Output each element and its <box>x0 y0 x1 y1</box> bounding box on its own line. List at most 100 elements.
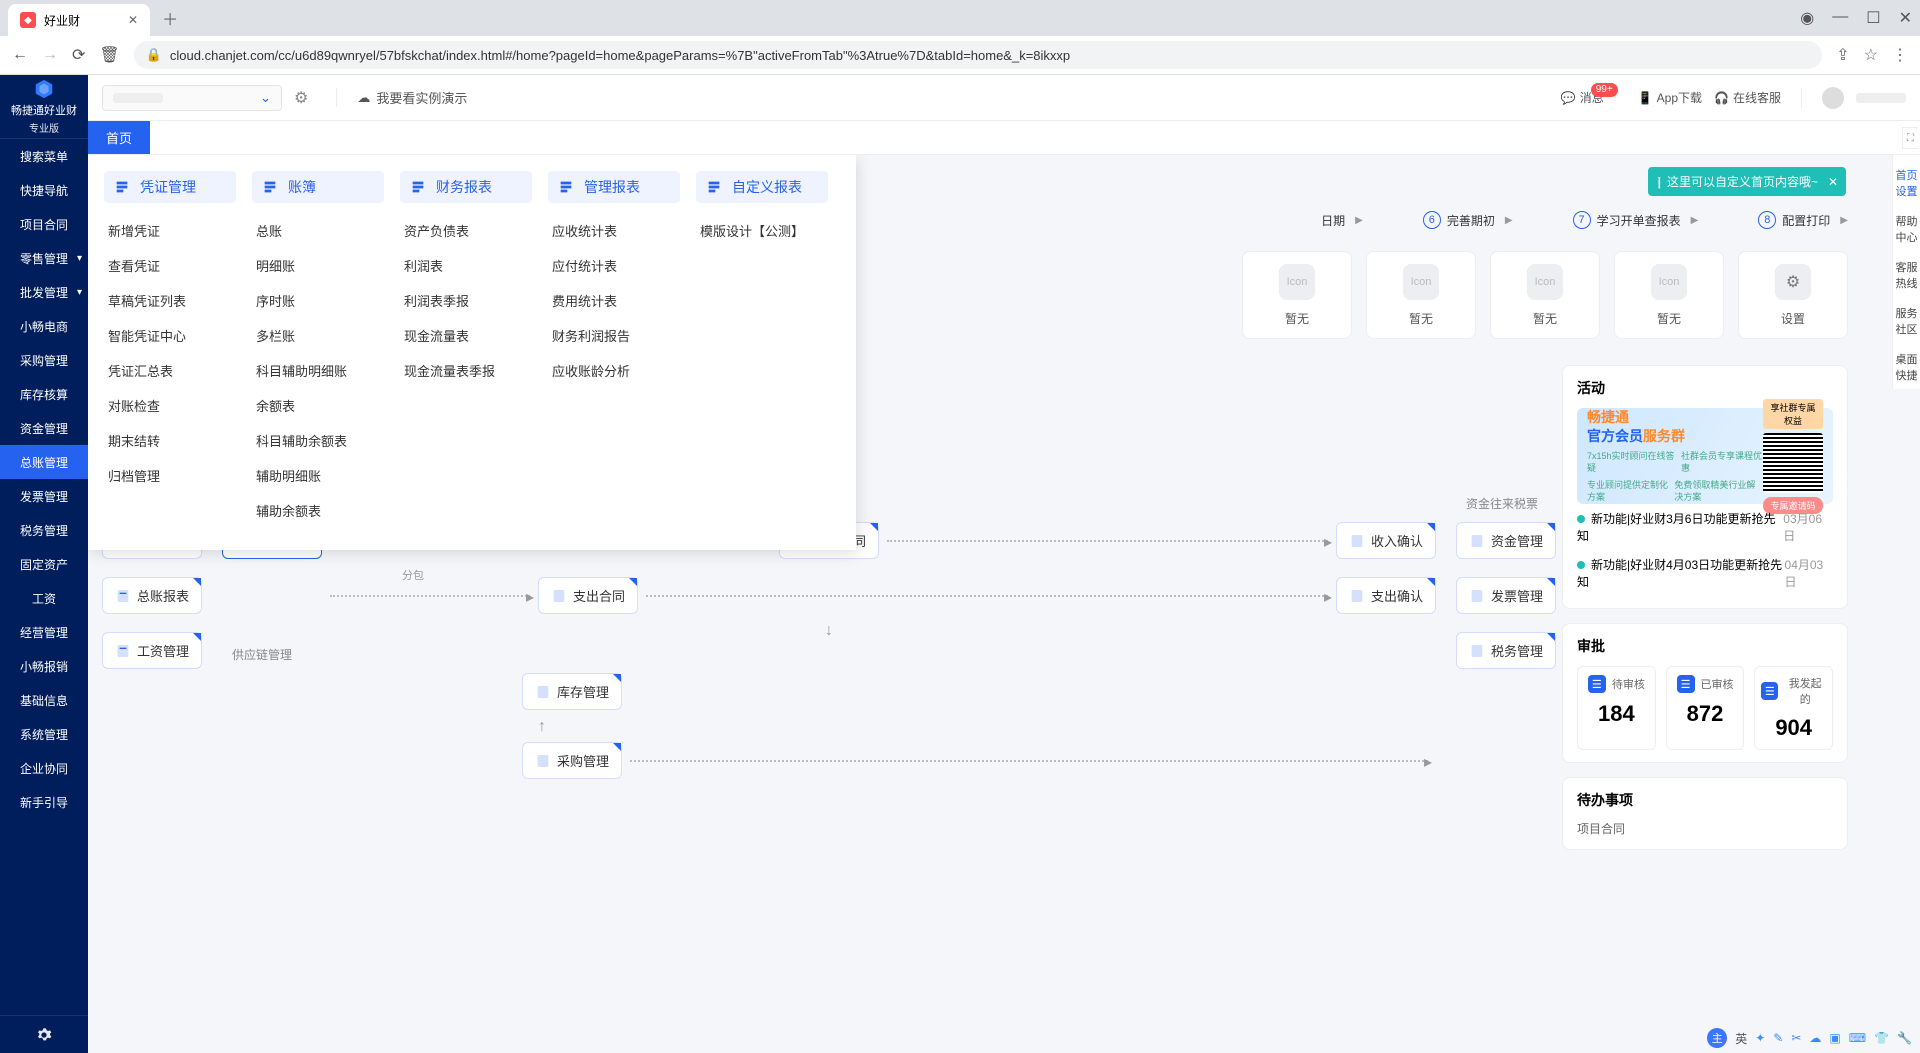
mega-menu-item[interactable]: 智能凭证中心 <box>104 318 236 353</box>
mega-menu-item[interactable]: 总账 <box>252 213 384 248</box>
mega-menu-item[interactable]: 余额表 <box>252 388 384 423</box>
mega-menu-header[interactable]: 凭证管理 <box>104 171 236 203</box>
fullscreen-icon[interactable]: ⛶ <box>1902 127 1918 149</box>
mega-menu-item[interactable]: 现金流量表 <box>400 318 532 353</box>
mega-menu-item[interactable]: 科目辅助明细账 <box>252 353 384 388</box>
org-selector[interactable]: ⌄ <box>102 85 282 111</box>
sidebar-item-0[interactable]: 搜索菜单 <box>0 139 88 173</box>
tray-scissors-icon[interactable]: ✂ <box>1791 1031 1801 1045</box>
mega-menu-item[interactable]: 凭证汇总表 <box>104 353 236 388</box>
dock-item-4[interactable]: 桌面快捷 <box>1893 345 1920 389</box>
flow-node-gl[interactable]: 总账报表 <box>102 577 202 614</box>
bookmark-icon[interactable]: ☆ <box>1864 45 1878 65</box>
forward-button[interactable]: → <box>42 46 58 64</box>
tab-home[interactable]: 首页 <box>88 121 150 154</box>
sidebar-item-16[interactable]: 基础信息 <box>0 683 88 717</box>
mega-menu-item[interactable]: 财务利润报告 <box>548 318 680 353</box>
flow-node-tax[interactable]: 税务管理 <box>1456 632 1556 669</box>
mega-menu-item[interactable]: 明细账 <box>252 248 384 283</box>
mega-menu-item[interactable]: 应收账龄分析 <box>548 353 680 388</box>
sidebar-item-1[interactable]: 快捷导航 <box>0 173 88 207</box>
mega-menu-item[interactable]: 应收统计表 <box>548 213 680 248</box>
mega-menu-item[interactable]: 归档管理 <box>104 458 236 493</box>
mega-menu-item[interactable]: 模版设计【公测】 <box>696 213 828 248</box>
tray-shirt-icon[interactable]: 👕 <box>1874 1031 1889 1045</box>
sidebar-item-9[interactable]: 总账管理 <box>0 445 88 479</box>
mega-menu-item[interactable]: 多栏账 <box>252 318 384 353</box>
mega-menu-item[interactable]: 费用统计表 <box>548 283 680 318</box>
close-window-icon[interactable]: ✕ <box>1899 8 1912 28</box>
tray-camera-icon[interactable]: ▣ <box>1829 1031 1840 1045</box>
gear-icon[interactable]: ⚙ <box>294 88 308 108</box>
tray-keyboard-icon[interactable]: ⌨ <box>1849 1031 1866 1045</box>
quick-card-empty[interactable]: Icon暂无 <box>1490 251 1600 339</box>
sidebar-item-2[interactable]: 项目合同 <box>0 207 88 241</box>
news-item[interactable]: 新功能|好业财4月03日功能更新抢先知04月03日 <box>1577 550 1833 596</box>
mega-menu-item[interactable]: 辅助余额表 <box>252 493 384 528</box>
sidebar-item-6[interactable]: 采购管理 <box>0 343 88 377</box>
flow-node-income-confirm[interactable]: 收入确认 <box>1336 522 1436 559</box>
reload-button[interactable]: ⟳ <box>72 45 85 65</box>
ime-icon[interactable]: 主 <box>1707 1028 1727 1048</box>
minimize-icon[interactable]: — <box>1832 8 1848 28</box>
share-icon[interactable]: ⇪ <box>1836 45 1849 65</box>
mega-menu-header[interactable]: 账簿 <box>252 171 384 203</box>
quick-card-settings[interactable]: ⚙设置 <box>1738 251 1848 339</box>
messages-button[interactable]: 💬 消息 99+ <box>1561 89 1604 106</box>
mega-menu-item[interactable]: 资产负债表 <box>400 213 532 248</box>
sidebar-item-14[interactable]: 经营管理 <box>0 615 88 649</box>
demo-link[interactable]: ☁ 我要看实例演示 <box>336 88 467 107</box>
close-icon[interactable]: ✕ <box>1828 175 1838 189</box>
sidebar-item-11[interactable]: 税务管理 <box>0 513 88 547</box>
approval-card[interactable]: ☰已审核872 <box>1666 666 1745 750</box>
mega-menu-item[interactable]: 新增凭证 <box>104 213 236 248</box>
dock-item-2[interactable]: 客服热线 <box>1893 253 1920 297</box>
chrome-account-icon[interactable]: ◉ <box>1800 8 1814 28</box>
ime-lang[interactable]: 英 <box>1735 1030 1747 1047</box>
browser-tab[interactable]: ◆ 好业财 ✕ <box>8 4 150 36</box>
sidebar-settings-button[interactable] <box>0 1015 88 1053</box>
mega-menu-header[interactable]: 财务报表 <box>400 171 532 203</box>
avatar[interactable] <box>1822 87 1844 109</box>
sidebar-item-5[interactable]: 小畅电商 <box>0 309 88 343</box>
sidebar-item-7[interactable]: 库存核算 <box>0 377 88 411</box>
mega-menu-header[interactable]: 自定义报表 <box>696 171 828 203</box>
mega-menu-item[interactable]: 对账检查 <box>104 388 236 423</box>
menu-icon[interactable]: ⋮ <box>1892 45 1908 65</box>
approval-card[interactable]: ☰我发起的904 <box>1754 666 1833 750</box>
sidebar-item-10[interactable]: 发票管理 <box>0 479 88 513</box>
mega-menu-item[interactable]: 科目辅助余额表 <box>252 423 384 458</box>
quick-card-empty[interactable]: Icon暂无 <box>1242 251 1352 339</box>
sidebar-item-15[interactable]: 小畅报销 <box>0 649 88 683</box>
new-tab-button[interactable]: ＋ <box>158 2 182 34</box>
mega-menu-item[interactable]: 序时账 <box>252 283 384 318</box>
maximize-icon[interactable]: ☐ <box>1866 8 1880 28</box>
flow-node-expense-confirm[interactable]: 支出确认 <box>1336 577 1436 614</box>
promo-banner[interactable]: 畅捷通 官方会员服务群 7x15h实时顾问在线答疑社群会员专享课程优惠 专业顾问… <box>1577 408 1833 504</box>
sidebar-item-17[interactable]: 系统管理 <box>0 717 88 751</box>
flow-node-invoice[interactable]: 发票管理 <box>1456 577 1556 614</box>
flow-node-inventory[interactable]: 库存管理 <box>522 673 622 710</box>
url-input[interactable]: 🔒 cloud.chanjet.com/cc/u6d89qwnryel/57bf… <box>134 41 1823 69</box>
app-download-button[interactable]: 📱 App下载 <box>1638 89 1702 106</box>
quick-card-empty[interactable]: Icon暂无 <box>1614 251 1724 339</box>
onboarding-step[interactable]: 7学习开单查报表▶ <box>1573 211 1699 229</box>
approval-card[interactable]: ☰待审核184 <box>1577 666 1656 750</box>
online-service-button[interactable]: 🎧 在线客服 <box>1714 89 1781 106</box>
sidebar-item-12[interactable]: 固定资产 <box>0 547 88 581</box>
mega-menu-item[interactable]: 利润表 <box>400 248 532 283</box>
flow-node-fund[interactable]: 资金管理 <box>1456 522 1556 559</box>
sidebar-item-13[interactable]: 工资 <box>0 581 88 615</box>
news-item[interactable]: 新功能|好业财3月6日功能更新抢先知03月06日 <box>1577 504 1833 550</box>
close-icon[interactable]: ✕ <box>128 13 138 27</box>
mega-menu-item[interactable]: 现金流量表季报 <box>400 353 532 388</box>
flow-node-expense[interactable]: 支出合同 <box>538 577 638 614</box>
quick-card-empty[interactable]: Icon暂无 <box>1366 251 1476 339</box>
sidebar-item-3[interactable]: 零售管理▾ <box>0 241 88 275</box>
dock-item-1[interactable]: 帮助中心 <box>1893 207 1920 251</box>
onboarding-step[interactable]: 8配置打印▶ <box>1758 211 1848 229</box>
mega-menu-item[interactable]: 应付统计表 <box>548 248 680 283</box>
tray-wrench-icon[interactable]: 🔧 <box>1897 1031 1912 1045</box>
onboarding-step[interactable]: 日期▶ <box>1321 211 1363 229</box>
tray-cloud-icon[interactable]: ☁ <box>1809 1031 1821 1045</box>
